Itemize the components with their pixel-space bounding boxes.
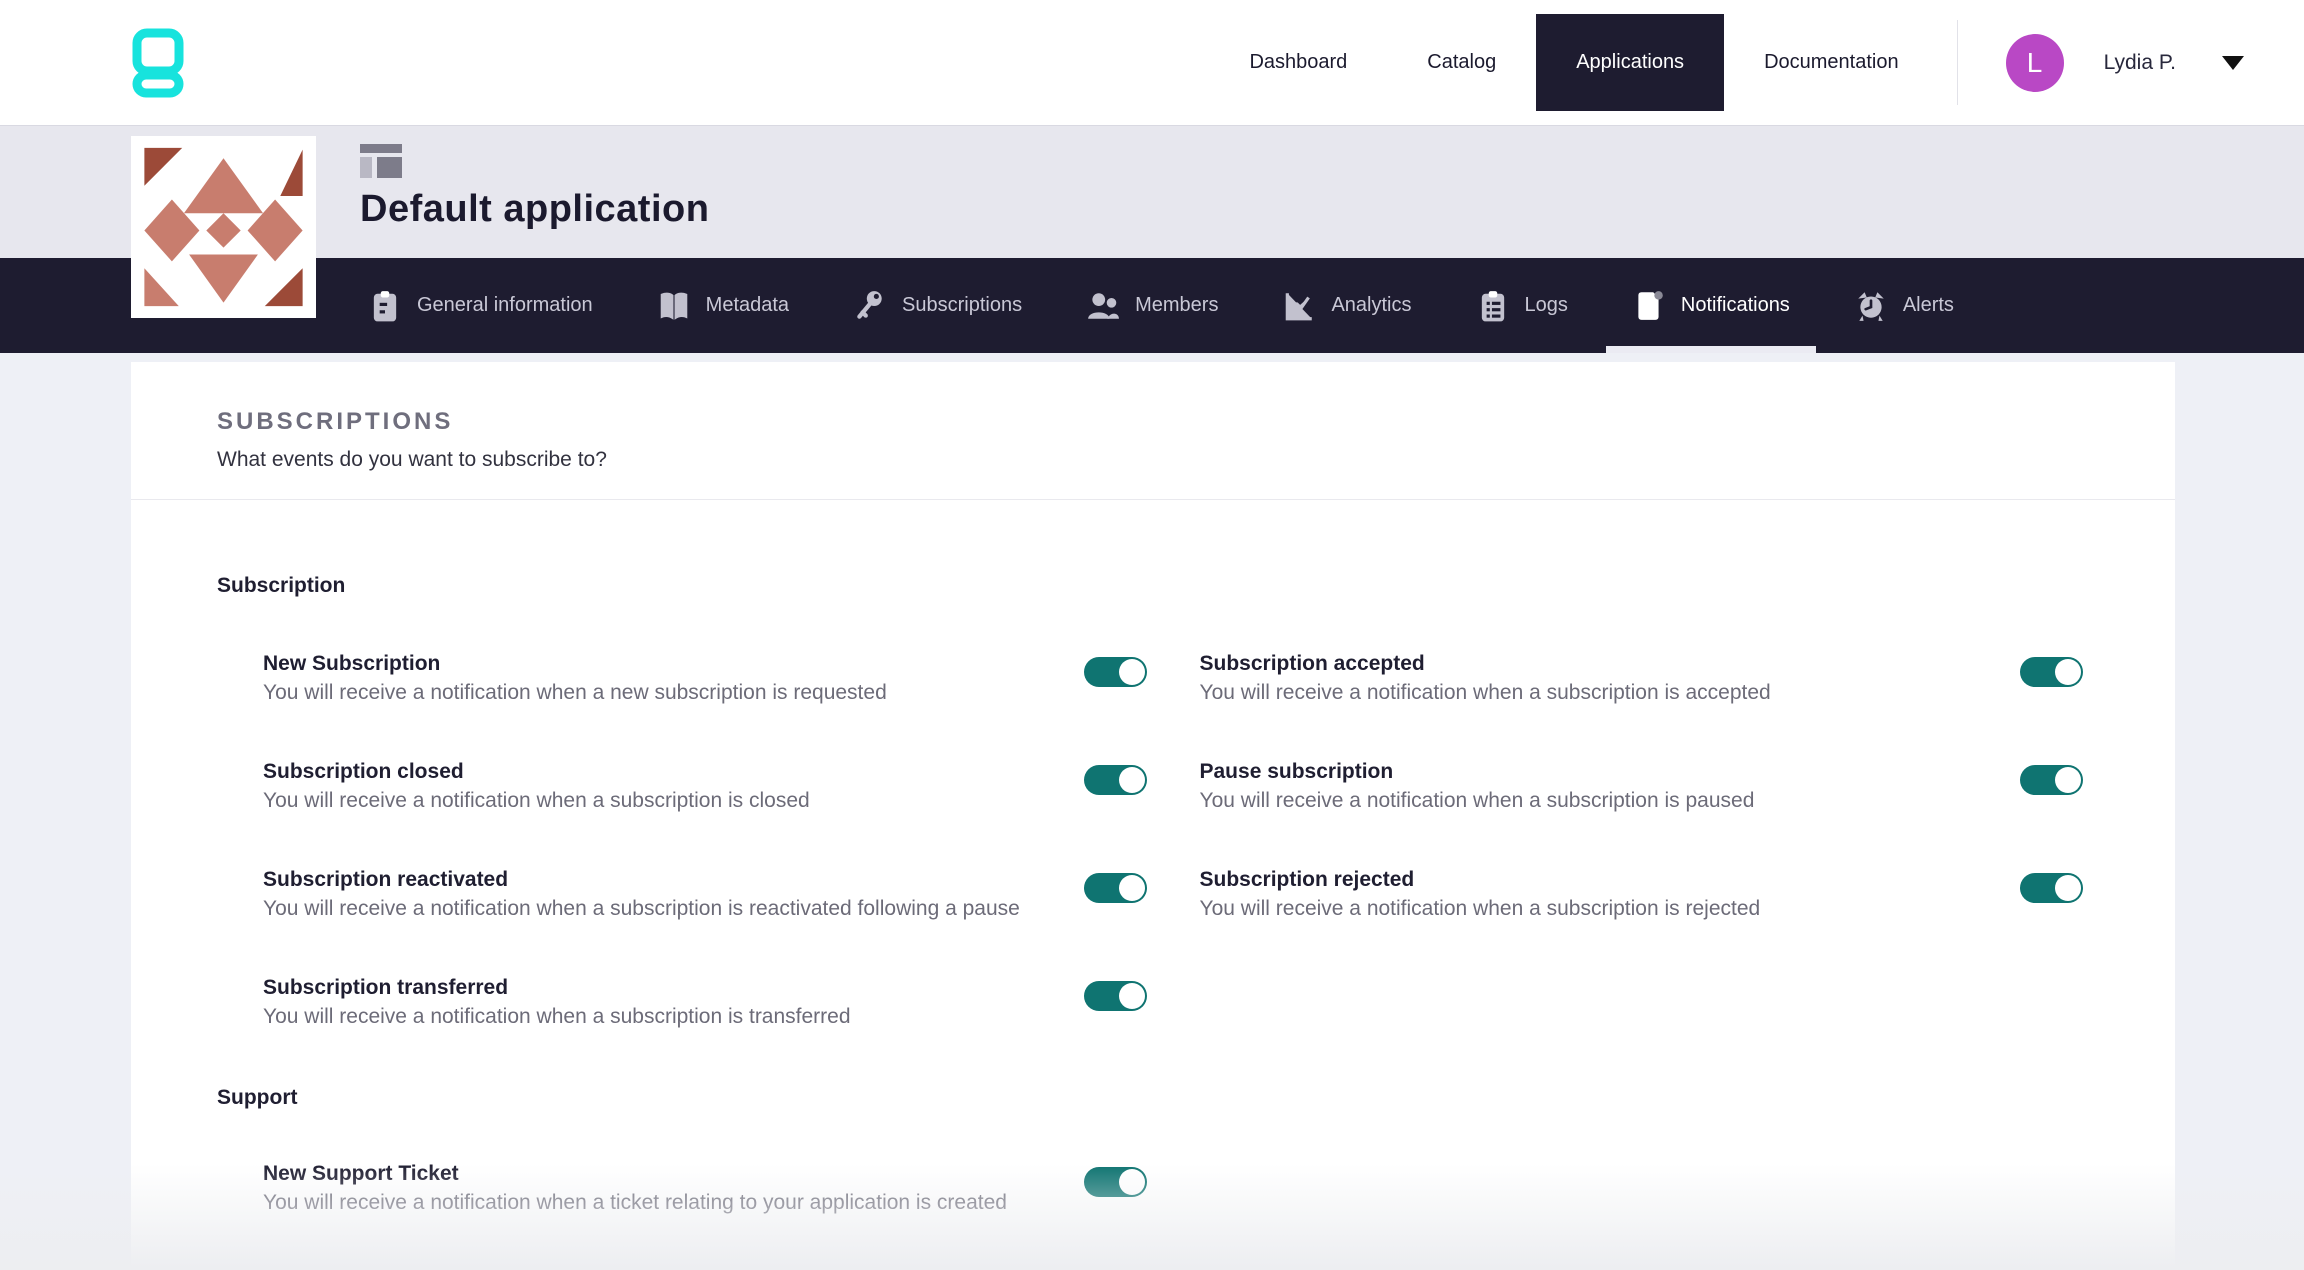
notification-title: New Subscription bbox=[263, 650, 1084, 678]
tab-alerts[interactable]: Alerts bbox=[1854, 258, 1954, 353]
application-notifications-page: Dashboard Catalog Applications Documenta… bbox=[0, 0, 2304, 1270]
toggle-knob bbox=[1119, 983, 1145, 1009]
left-column: New Subscription You will receive a noti… bbox=[263, 650, 1147, 1082]
notification-description: You will receive a notification when a s… bbox=[1200, 786, 2021, 816]
toggle-knob bbox=[1119, 767, 1145, 793]
clipboard-icon bbox=[368, 289, 402, 323]
notification-title: Subscription rejected bbox=[1200, 866, 2021, 894]
toggle-subscription-closed[interactable] bbox=[1084, 765, 1147, 795]
toggle-subscription-accepted[interactable] bbox=[2020, 657, 2083, 687]
toggle-knob bbox=[2055, 875, 2081, 901]
notification-title: Subscription transferred bbox=[263, 974, 1084, 1002]
application-header: Default application bbox=[0, 125, 2304, 258]
application-avatar bbox=[131, 136, 316, 318]
file-badge-icon bbox=[1632, 289, 1666, 323]
toggle-knob bbox=[2055, 767, 2081, 793]
tab-analytics[interactable]: Analytics bbox=[1282, 258, 1411, 353]
notification-row: Subscription accepted You will receive a… bbox=[1200, 650, 2084, 758]
chart-icon bbox=[1282, 289, 1316, 323]
toggle-knob bbox=[1119, 875, 1145, 901]
notification-title: New Support Ticket bbox=[263, 1160, 1084, 1188]
notifications-card: SUBSCRIPTIONS What events do you want to… bbox=[131, 362, 2175, 1270]
notification-row: Pause subscription You will receive a no… bbox=[1200, 758, 2084, 866]
tab-subscriptions[interactable]: Subscriptions bbox=[853, 258, 1022, 353]
application-tab-bar: General information Metadata Subscriptio… bbox=[0, 258, 2304, 353]
tab-label: Analytics bbox=[1331, 294, 1411, 317]
notification-title: Subscription accepted bbox=[1200, 650, 2021, 678]
card-heading: SUBSCRIPTIONS bbox=[217, 408, 2175, 436]
list-clipboard-icon bbox=[1476, 289, 1510, 323]
tab-label: Logs bbox=[1525, 294, 1568, 317]
section-title-support: Support bbox=[217, 1086, 2083, 1110]
gravitee-logo-icon[interactable] bbox=[131, 28, 185, 98]
people-icon bbox=[1086, 289, 1120, 323]
card-body: Subscription New Subscription You will r… bbox=[131, 500, 2175, 1268]
toggle-knob bbox=[1119, 1169, 1145, 1195]
notification-row: New Subscription You will receive a noti… bbox=[263, 650, 1147, 758]
notification-description: You will receive a notification when a s… bbox=[263, 786, 1084, 816]
nav-catalog[interactable]: Catalog bbox=[1387, 14, 1536, 111]
notification-description: You will receive a notification when a s… bbox=[1200, 678, 2021, 708]
toggle-subscription-reactivated[interactable] bbox=[1084, 873, 1147, 903]
toggle-subscription-transferred[interactable] bbox=[1084, 981, 1147, 1011]
notification-description: You will receive a notification when a s… bbox=[263, 894, 1084, 924]
tab-label: Subscriptions bbox=[902, 294, 1022, 317]
tab-label: Members bbox=[1135, 294, 1218, 317]
notification-description: You will receive a notification when a t… bbox=[263, 1188, 1084, 1218]
notification-title: Subscription closed bbox=[263, 758, 1084, 786]
nav-dashboard[interactable]: Dashboard bbox=[1209, 14, 1387, 111]
user-name: Lydia P. bbox=[2104, 51, 2176, 75]
card-subheading: What events do you want to subscribe to? bbox=[217, 448, 2175, 472]
right-column: Subscription accepted You will receive a… bbox=[1200, 650, 2084, 1082]
notification-row: New Support Ticket You will receive a no… bbox=[263, 1160, 1147, 1268]
tab-label: Notifications bbox=[1681, 294, 1790, 317]
notification-description: You will receive a notification when a n… bbox=[263, 678, 1084, 708]
tab-label: General information bbox=[417, 294, 593, 317]
alarm-clock-icon bbox=[1854, 289, 1888, 323]
notification-description: You will receive a notification when a s… bbox=[1200, 894, 2021, 924]
top-bar: Dashboard Catalog Applications Documenta… bbox=[0, 0, 2304, 125]
notification-title: Pause subscription bbox=[1200, 758, 2021, 786]
avatar[interactable]: L bbox=[2006, 34, 2064, 92]
book-icon bbox=[657, 289, 691, 323]
tab-label: Metadata bbox=[706, 294, 789, 317]
notification-description: You will receive a notification when a s… bbox=[263, 1002, 1084, 1032]
notification-row: Subscription closed You will receive a n… bbox=[263, 758, 1147, 866]
layout-icon bbox=[360, 144, 402, 178]
toggle-knob bbox=[1119, 659, 1145, 685]
tab-notifications[interactable]: Notifications bbox=[1632, 258, 1790, 353]
app-pattern-image bbox=[136, 141, 311, 313]
support-rows: New Support Ticket You will receive a no… bbox=[263, 1160, 2083, 1268]
main-content: SUBSCRIPTIONS What events do you want to… bbox=[0, 362, 2304, 1270]
section-title-subscription: Subscription bbox=[217, 574, 2083, 598]
toggle-knob bbox=[2055, 659, 2081, 685]
toggle-pause-subscription[interactable] bbox=[2020, 765, 2083, 795]
notification-row: Subscription reactivated You will receiv… bbox=[263, 866, 1147, 974]
subscription-rows: New Subscription You will receive a noti… bbox=[263, 650, 2083, 1082]
card-header: SUBSCRIPTIONS What events do you want to… bbox=[131, 362, 2175, 500]
nav-documentation[interactable]: Documentation bbox=[1724, 14, 1939, 111]
chevron-down-icon[interactable] bbox=[2222, 56, 2244, 70]
primary-nav: Dashboard Catalog Applications Documenta… bbox=[1209, 0, 2304, 125]
user-menu[interactable]: L Lydia P. bbox=[1957, 20, 2304, 105]
tab-label: Alerts bbox=[1903, 294, 1954, 317]
toggle-subscription-rejected[interactable] bbox=[2020, 873, 2083, 903]
notification-row: Subscription transferred You will receiv… bbox=[263, 974, 1147, 1082]
notification-row: Subscription rejected You will receive a… bbox=[1200, 866, 2084, 974]
tab-members[interactable]: Members bbox=[1086, 258, 1218, 353]
tab-general-information[interactable]: General information bbox=[368, 258, 593, 353]
toggle-new-subscription[interactable] bbox=[1084, 657, 1147, 687]
toggle-new-support-ticket[interactable] bbox=[1084, 1167, 1147, 1197]
tab-metadata[interactable]: Metadata bbox=[657, 258, 789, 353]
notification-title: Subscription reactivated bbox=[263, 866, 1084, 894]
tab-logs[interactable]: Logs bbox=[1476, 258, 1568, 353]
key-icon bbox=[853, 289, 887, 323]
nav-applications[interactable]: Applications bbox=[1536, 14, 1724, 111]
page-title: Default application bbox=[360, 188, 709, 231]
